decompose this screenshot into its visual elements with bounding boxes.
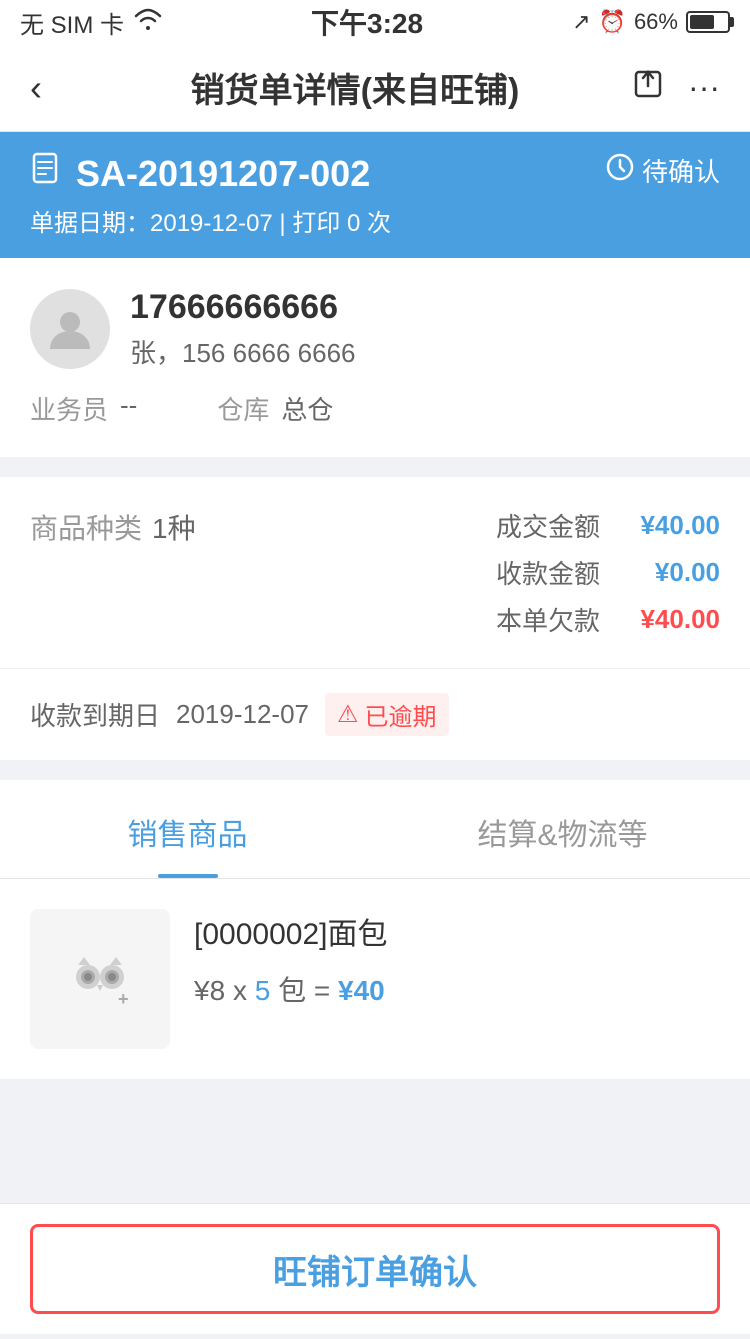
- back-button[interactable]: ‹: [30, 67, 90, 109]
- bottom-bar: 旺铺订单确认: [0, 1203, 750, 1334]
- tabs-section: 销售商品 结算&物流等: [0, 780, 750, 1079]
- product-owl-logo: +: [60, 949, 140, 1009]
- deal-amount-row: 成交金额 ¥40.00: [496, 507, 720, 544]
- battery-fill: [690, 15, 714, 29]
- summary-section: 商品种类 1种 成交金额 ¥40.00 收款金额 ¥0.00 本单欠款 ¥40.…: [0, 477, 750, 668]
- due-amount-row: 本单欠款 ¥40.00: [496, 601, 720, 638]
- product-info: [0000002]面包 ¥8 x 5 包 = ¥40: [194, 909, 720, 1009]
- deal-amount-label: 成交金额: [496, 507, 600, 544]
- tab-sales-products[interactable]: 销售商品: [0, 780, 375, 878]
- warehouse-value: 总仓: [281, 390, 333, 427]
- product-price-row: ¥8 x 5 包 = ¥40: [194, 969, 720, 1009]
- customer-section: 17666666666 张，156 6666 6666 业务员 -- 仓库 总仓: [0, 258, 750, 457]
- product-type-label: 商品种类: [30, 507, 142, 547]
- due-amount-label: 本单欠款: [496, 601, 600, 638]
- order-id-row: SA-20191207-002: [30, 152, 391, 195]
- carrier-label: 无 SIM 卡: [20, 5, 124, 40]
- deal-amount-value: ¥40.00: [620, 510, 720, 541]
- tab-settlement[interactable]: 结算&物流等: [375, 780, 750, 878]
- overdue-text: 已逾期: [365, 697, 437, 732]
- customer-avatar: [30, 289, 110, 369]
- tabs-header: 销售商品 结算&物流等: [0, 780, 750, 879]
- overdue-icon: ⚠: [337, 700, 359, 729]
- product-type-value: 1种: [152, 507, 196, 547]
- share-icon[interactable]: [632, 68, 664, 108]
- due-date-section: 收款到期日 2019-12-07 ⚠ 已逾期: [0, 668, 750, 760]
- amounts: 成交金额 ¥40.00 收款金额 ¥0.00 本单欠款 ¥40.00: [496, 507, 720, 638]
- order-header-left: SA-20191207-002 单据日期：2019-12-07 | 打印 0 次: [30, 152, 391, 238]
- salesperson-row: 业务员 --: [30, 390, 137, 427]
- nav-actions: ···: [620, 68, 720, 108]
- status-bar-left: 无 SIM 卡: [20, 5, 162, 40]
- status-bar: 无 SIM 卡 下午3:28 ↗ ⏰ 66%: [0, 0, 750, 44]
- order-status-text: 待确认: [642, 152, 720, 189]
- tab-settlement-label: 结算&物流等: [477, 819, 647, 852]
- product-list: + [0000002]面包 ¥8 x 5 包 = ¥40: [0, 879, 750, 1079]
- product-total: ¥40: [338, 975, 385, 1006]
- receipt-amount-value: ¥0.00: [620, 557, 720, 588]
- salesperson-value: --: [120, 390, 137, 427]
- divider-1: [0, 457, 750, 477]
- order-id-text: SA-20191207-002: [76, 153, 370, 195]
- page-title: 销货单详情(来自旺铺): [90, 63, 620, 112]
- customer-meta: 业务员 -- 仓库 总仓: [30, 390, 720, 427]
- battery-percent: 66%: [634, 9, 678, 35]
- product-image: +: [30, 909, 170, 1049]
- due-date-value: 2019-12-07: [176, 699, 309, 730]
- due-date-label: 收款到期日: [30, 696, 160, 733]
- order-icon: [30, 152, 64, 195]
- location-icon: ↗: [572, 9, 590, 35]
- product-code: [0000002]: [194, 918, 327, 951]
- receipt-amount-row: 收款金额 ¥0.00: [496, 554, 720, 591]
- product-price: ¥8: [194, 975, 225, 1006]
- status-bar-time: 下午3:28: [311, 2, 423, 42]
- warehouse-row: 仓库 总仓: [217, 390, 333, 427]
- customer-row: 17666666666 张，156 6666 6666: [30, 288, 720, 370]
- due-amount-value: ¥40.00: [620, 604, 720, 635]
- order-date: 单据日期：2019-12-07 | 打印 0 次: [30, 203, 391, 238]
- wifi-icon: [134, 8, 162, 37]
- alarm-icon: ⏰: [599, 9, 626, 35]
- more-icon[interactable]: ···: [688, 69, 720, 106]
- product-item: + [0000002]面包 ¥8 x 5 包 = ¥40: [30, 909, 720, 1049]
- tab-sales-label: 销售商品: [128, 819, 248, 852]
- receipt-amount-label: 收款金额: [496, 554, 600, 591]
- product-type: 商品种类 1种: [30, 507, 196, 547]
- product-multiply: x: [233, 975, 255, 1006]
- product-unit: 包: [278, 975, 306, 1006]
- product-qty: 5: [255, 975, 271, 1006]
- customer-info: 17666666666 张，156 6666 6666: [130, 288, 720, 370]
- overdue-badge: ⚠ 已逾期: [325, 693, 449, 736]
- product-equals: =: [314, 975, 338, 1006]
- order-header: SA-20191207-002 单据日期：2019-12-07 | 打印 0 次…: [0, 132, 750, 258]
- nav-bar: ‹ 销货单详情(来自旺铺) ···: [0, 44, 750, 132]
- salesperson-label: 业务员: [30, 390, 108, 427]
- product-name: [0000002]面包: [194, 909, 720, 953]
- svg-text:+: +: [118, 989, 129, 1009]
- status-bar-right: ↗ ⏰ 66%: [572, 9, 730, 35]
- product-name-text: 面包: [327, 918, 387, 951]
- battery-icon: [686, 11, 730, 33]
- warehouse-label: 仓库: [217, 390, 269, 427]
- customer-phone: 17666666666: [130, 288, 720, 327]
- clock-icon: [606, 153, 634, 188]
- order-status: 待确认: [606, 152, 720, 189]
- customer-name-phone: 张，156 6666 6666: [130, 333, 720, 370]
- confirm-order-button[interactable]: 旺铺订单确认: [30, 1224, 720, 1314]
